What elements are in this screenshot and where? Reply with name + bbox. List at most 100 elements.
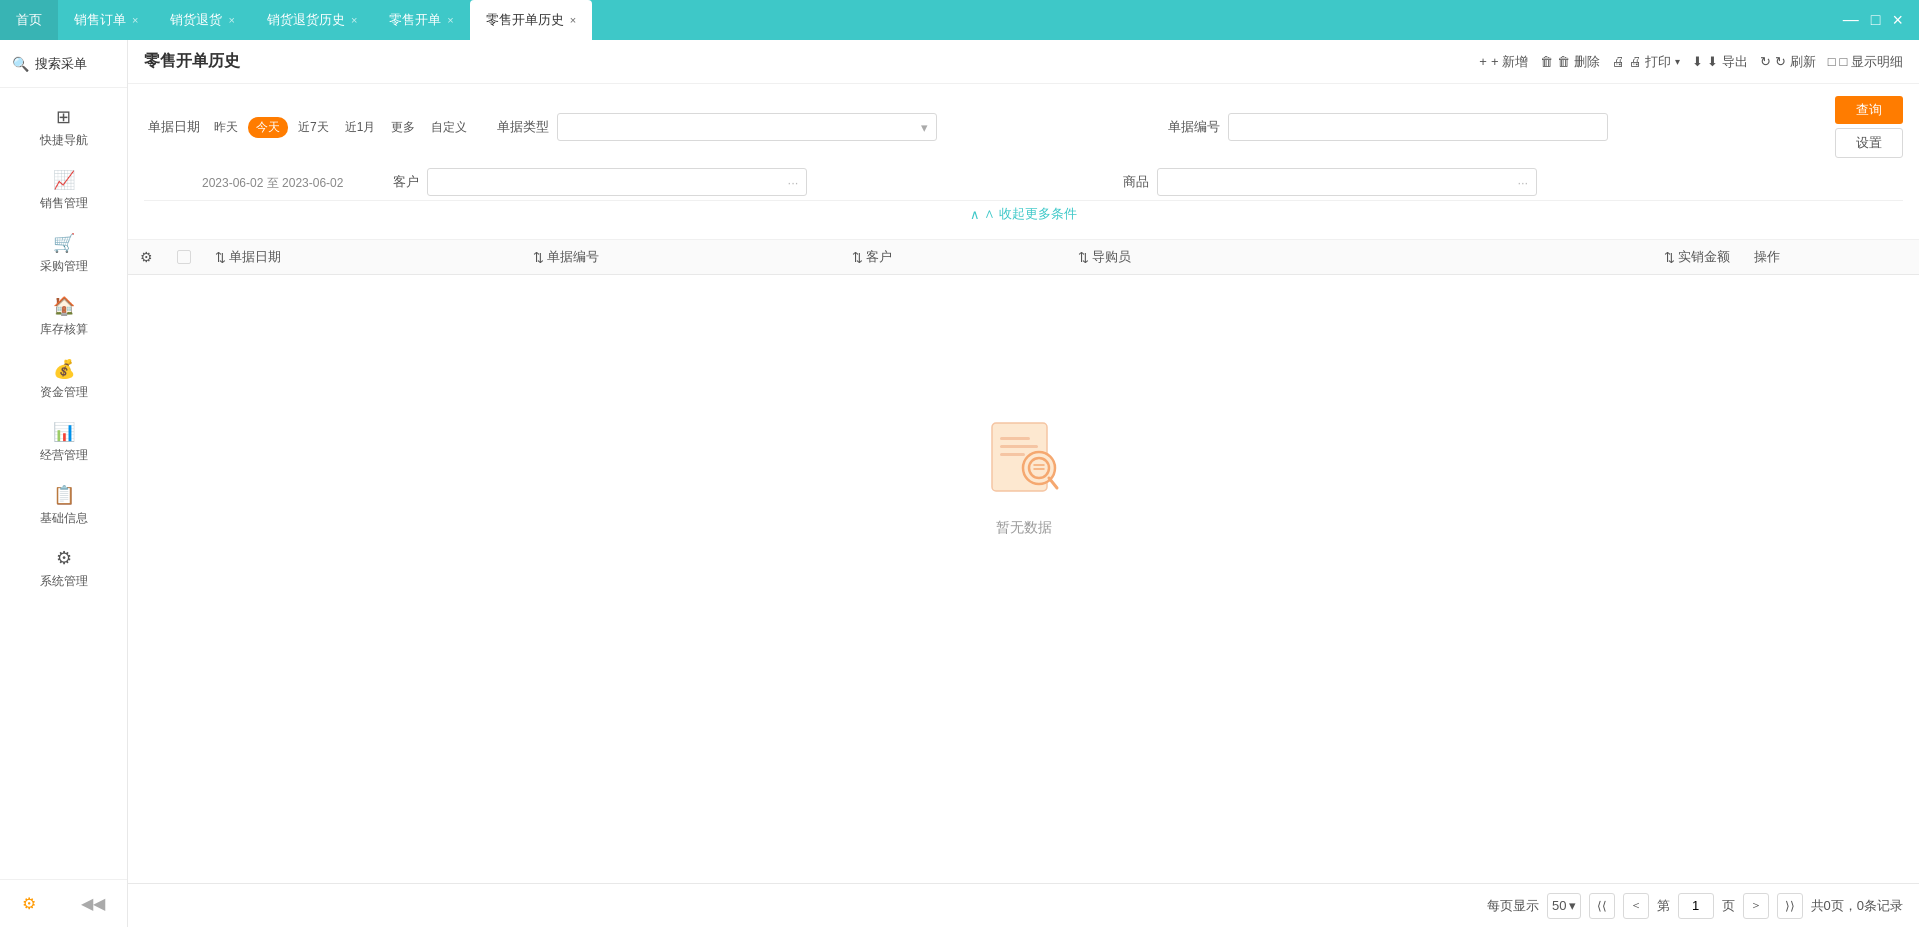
- next-page-btn[interactable]: ＞: [1743, 893, 1769, 919]
- sidebar-item-system[interactable]: ⚙ 系统管理: [0, 537, 127, 600]
- window-controls: — □ ×: [1843, 10, 1919, 31]
- display-detail-button[interactable]: □ □ 显示明细: [1828, 53, 1903, 71]
- quick-nav-icon: ⊞: [56, 106, 71, 128]
- finance-icon: 💰: [53, 358, 75, 380]
- export-icon: ⬇: [1692, 54, 1703, 69]
- goods-input[interactable]: ···: [1157, 168, 1537, 196]
- refresh-icon: ↻: [1760, 54, 1771, 69]
- sort-date-icon[interactable]: ⇅ 单据日期: [215, 248, 509, 266]
- last-page-btn[interactable]: ⟩⟩: [1777, 893, 1803, 919]
- refresh-button[interactable]: ↻ ↻ 刷新: [1760, 53, 1816, 71]
- tab-sales-return[interactable]: 销货退货 ×: [154, 0, 250, 40]
- customer-input[interactable]: ···: [427, 168, 807, 196]
- first-page-btn[interactable]: ⟨⟨: [1589, 893, 1615, 919]
- page-header: 零售开单历史 + + 新增 🗑 🗑 删除 🖨 🖨 打印 ▾ ⬇ ⬇ 导出: [128, 40, 1919, 84]
- tab-retail-open-history[interactable]: 零售开单历史 ×: [470, 0, 592, 40]
- query-button[interactable]: 查询: [1835, 96, 1903, 124]
- search-order[interactable]: 🔍 搜索采单: [0, 40, 127, 88]
- pagination: 每页显示 50 ▾ ⟨⟨ ＜ 第 页 ＞ ⟩⟩ 共0页，0条记录: [128, 883, 1919, 927]
- print-icon: 🖨: [1612, 54, 1625, 69]
- page-label: 第: [1657, 897, 1670, 915]
- number-filter-label: 单据编号: [1164, 118, 1220, 136]
- date-range-display: 2023-06-02 至 2023-06-02: [202, 176, 343, 190]
- date-btn-7days[interactable]: 近7天: [292, 117, 335, 138]
- sidebar-item-quick-nav[interactable]: ⊞ 快捷导航: [0, 96, 127, 159]
- top-nav: 首页 销售订单 × 销货退货 × 销货退货历史 × 零售开单 × 零售开单历史 …: [0, 0, 1919, 40]
- date-btn-yesterday[interactable]: 昨天: [208, 117, 244, 138]
- per-page-label: 每页显示: [1487, 897, 1539, 915]
- goods-filter-label: 商品: [1093, 173, 1149, 191]
- page-suffix: 页: [1722, 897, 1735, 915]
- sales-icon: 📈: [53, 169, 75, 191]
- date-btn-custom[interactable]: 自定义: [425, 117, 473, 138]
- sidebar-item-purchase-mgmt[interactable]: 🛒 采购管理: [0, 222, 127, 285]
- number-input[interactable]: [1228, 113, 1608, 141]
- sidebar-item-sales-mgmt[interactable]: 📈 销售管理: [0, 159, 127, 222]
- settings-icon[interactable]: ⚙: [22, 894, 36, 913]
- select-all-checkbox[interactable]: [177, 250, 191, 264]
- restore-btn[interactable]: □: [1871, 11, 1881, 29]
- tab-bar: 首页 销售订单 × 销货退货 × 销货退货历史 × 零售开单 × 零售开单历史 …: [0, 0, 1843, 40]
- delete-button[interactable]: 🗑 🗑 删除: [1540, 53, 1600, 71]
- table-area: ⚙ ⇅ 单据日期: [128, 240, 1919, 883]
- empty-state: 暂无数据: [128, 275, 1919, 675]
- table-header-row: ⚙ ⇅ 单据日期: [128, 240, 1919, 275]
- th-spacer: [1339, 240, 1424, 275]
- customer-filter-label: 客户: [363, 173, 419, 191]
- settings-button[interactable]: 设置: [1835, 128, 1903, 158]
- svg-rect-1: [1000, 437, 1030, 440]
- date-quick-buttons: 昨天 今天 近7天 近1月 更多 自定义: [208, 117, 473, 138]
- print-chevron-icon: ▾: [1675, 56, 1680, 67]
- sidebar-item-finance[interactable]: 💰 资金管理: [0, 348, 127, 411]
- type-select[interactable]: ▾: [557, 113, 937, 141]
- empty-text: 暂无数据: [996, 519, 1052, 537]
- system-icon: ⚙: [56, 547, 72, 569]
- table-settings-icon[interactable]: ⚙: [140, 249, 153, 265]
- checkbox-col-header: [165, 240, 203, 275]
- customer-filter: 客户 ···: [363, 168, 1073, 196]
- sort-customer-icon[interactable]: ⇅ 客户: [852, 248, 1054, 266]
- svg-line-6: [1049, 478, 1057, 488]
- tab-retail-open[interactable]: 零售开单 ×: [373, 0, 469, 40]
- close-tab-retail-open-history[interactable]: ×: [570, 14, 576, 26]
- total-records: 共0页，0条记录: [1811, 897, 1903, 915]
- tab-sales-return-history[interactable]: 销货退货历史 ×: [251, 0, 373, 40]
- export-button[interactable]: ⬇ ⬇ 导出: [1692, 53, 1748, 71]
- close-btn[interactable]: ×: [1892, 10, 1903, 31]
- tab-sales-order[interactable]: 销售订单 ×: [58, 0, 154, 40]
- per-page-chevron-icon: ▾: [1569, 898, 1576, 913]
- sidebar-item-basic-info[interactable]: 📋 基础信息: [0, 474, 127, 537]
- sort-number-icon[interactable]: ⇅ 单据编号: [533, 248, 827, 266]
- minimize-btn[interactable]: —: [1843, 11, 1859, 29]
- tab-home[interactable]: 首页: [0, 0, 58, 40]
- page-number-input[interactable]: [1678, 893, 1714, 919]
- sidebar-item-operation[interactable]: 📊 经营管理: [0, 411, 127, 474]
- data-table: ⚙ ⇅ 单据日期: [128, 240, 1919, 275]
- goods-dots-icon: ···: [1517, 175, 1528, 190]
- close-tab-sales-return-history[interactable]: ×: [351, 14, 357, 26]
- sidebar-item-inventory[interactable]: 🏠 库存核算: [0, 285, 127, 348]
- date-btn-1month[interactable]: 近1月: [339, 117, 382, 138]
- date-filter: 单据日期 昨天 今天 近7天 近1月 更多 自定义: [144, 117, 473, 138]
- print-button[interactable]: 🖨 🖨 打印 ▾: [1612, 53, 1681, 71]
- operation-icon: 📊: [53, 421, 75, 443]
- main-layout: 🔍 搜索采单 ⊞ 快捷导航 📈 销售管理 🛒 采购管理 🏠 库存核算 💰: [0, 40, 1919, 927]
- chevron-down-icon: ▾: [921, 120, 928, 135]
- close-tab-retail-open[interactable]: ×: [447, 14, 453, 26]
- action-buttons: 查询 设置: [1835, 96, 1903, 158]
- sort-salesperson-icon[interactable]: ⇅ 导购员: [1078, 248, 1326, 266]
- collapse-sidebar-icon[interactable]: ◀◀: [81, 894, 105, 913]
- add-button[interactable]: + + 新增: [1479, 53, 1528, 71]
- date-filter-label: 单据日期: [144, 118, 200, 136]
- close-tab-sales-return[interactable]: ×: [228, 14, 234, 26]
- search-icon: 🔍: [12, 56, 29, 72]
- goods-filter: 商品 ···: [1093, 168, 1803, 196]
- svg-rect-3: [1000, 453, 1025, 456]
- collapse-more-conditions[interactable]: ∧ ∧ 收起更多条件: [144, 200, 1903, 227]
- date-btn-more[interactable]: 更多: [385, 117, 421, 138]
- prev-page-btn[interactable]: ＜: [1623, 893, 1649, 919]
- close-tab-sales-order[interactable]: ×: [132, 14, 138, 26]
- sort-amount-icon[interactable]: ⇅ 实销金额: [1436, 248, 1730, 266]
- date-btn-today[interactable]: 今天: [248, 117, 288, 138]
- per-page-select[interactable]: 50 ▾: [1547, 893, 1580, 919]
